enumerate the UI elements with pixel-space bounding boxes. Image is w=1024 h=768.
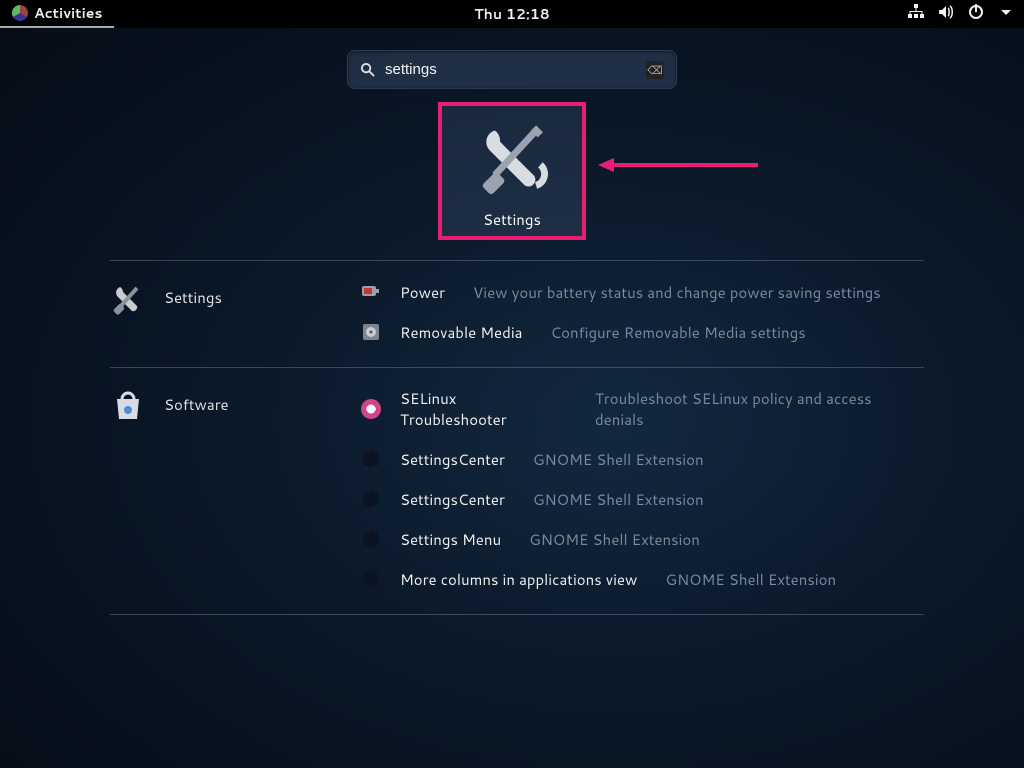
settings-app-icon <box>467 113 557 203</box>
item-desc: GNOME Shell Extension <box>529 529 700 550</box>
group-header[interactable]: Settings <box>110 281 360 343</box>
result-item-removable-media[interactable]: Removable Media Configure Removable Medi… <box>360 321 924 343</box>
removable-media-icon <box>360 321 382 343</box>
annotation-arrow <box>598 155 758 175</box>
item-name: Settings Menu <box>400 529 501 550</box>
search-container: ⌫ <box>347 50 677 89</box>
puzzle-icon <box>360 568 382 590</box>
clock[interactable]: Thu 12:18 <box>474 4 549 24</box>
network-icon[interactable] <box>908 4 924 25</box>
search-icon <box>360 62 375 77</box>
power-settings-icon <box>360 281 382 303</box>
app-result: Settings <box>438 102 586 240</box>
result-item-power[interactable]: Power View your battery status and chang… <box>360 281 924 303</box>
clear-search-button[interactable]: ⌫ <box>646 61 664 79</box>
shopping-bag-icon <box>110 388 146 424</box>
puzzle-icon <box>360 488 382 510</box>
item-name: Power <box>400 282 445 303</box>
search-input[interactable] <box>385 61 636 78</box>
result-item-more-columns[interactable]: More columns in applications view GNOME … <box>360 568 924 590</box>
group-title: Settings <box>164 281 222 308</box>
item-desc: Troubleshoot SELinux policy and access d… <box>595 388 924 430</box>
search-results: Settings Power View your battery status … <box>110 260 924 615</box>
puzzle-icon <box>360 528 382 550</box>
results-group-settings: Settings Power View your battery status … <box>110 260 924 367</box>
item-desc: View your battery status and change powe… <box>473 282 881 303</box>
results-group-software: Software SELinux Troubleshooter Troubles… <box>110 367 924 615</box>
item-name: SELinux Troubleshooter <box>400 388 567 430</box>
puzzle-icon <box>360 448 382 470</box>
system-tray <box>908 4 1014 25</box>
activities-button[interactable]: Activities <box>0 0 114 28</box>
wrench-icon <box>110 281 146 317</box>
group-header[interactable]: Software <box>110 388 360 590</box>
item-desc: GNOME Shell Extension <box>665 569 836 590</box>
result-item-settings-menu[interactable]: Settings Menu GNOME Shell Extension <box>360 528 924 550</box>
item-desc: GNOME Shell Extension <box>533 449 704 470</box>
settings-app-label: Settings <box>483 209 541 230</box>
activities-label: Activities <box>34 3 102 23</box>
top-bar: Activities Thu 12:18 <box>0 0 1024 28</box>
item-desc: Configure Removable Media settings <box>550 322 805 343</box>
volume-icon[interactable] <box>938 4 954 25</box>
chevron-down-icon[interactable] <box>998 4 1014 25</box>
selinux-icon <box>360 398 382 420</box>
group-title: Software <box>164 388 229 415</box>
result-item-settingscenter-2[interactable]: SettingsCenter GNOME Shell Extension <box>360 488 924 510</box>
item-name: SettingsCenter <box>400 449 505 470</box>
search-box[interactable]: ⌫ <box>347 50 677 89</box>
settings-app-tile[interactable]: Settings <box>438 102 586 240</box>
power-icon[interactable] <box>968 4 984 25</box>
item-name: Removable Media <box>400 322 522 343</box>
result-item-settingscenter-1[interactable]: SettingsCenter GNOME Shell Extension <box>360 448 924 470</box>
item-name: More columns in applications view <box>400 569 637 590</box>
item-name: SettingsCenter <box>400 489 505 510</box>
item-desc: GNOME Shell Extension <box>533 489 704 510</box>
distro-logo-icon <box>12 5 28 21</box>
result-item-selinux[interactable]: SELinux Troubleshooter Troubleshoot SELi… <box>360 388 924 430</box>
